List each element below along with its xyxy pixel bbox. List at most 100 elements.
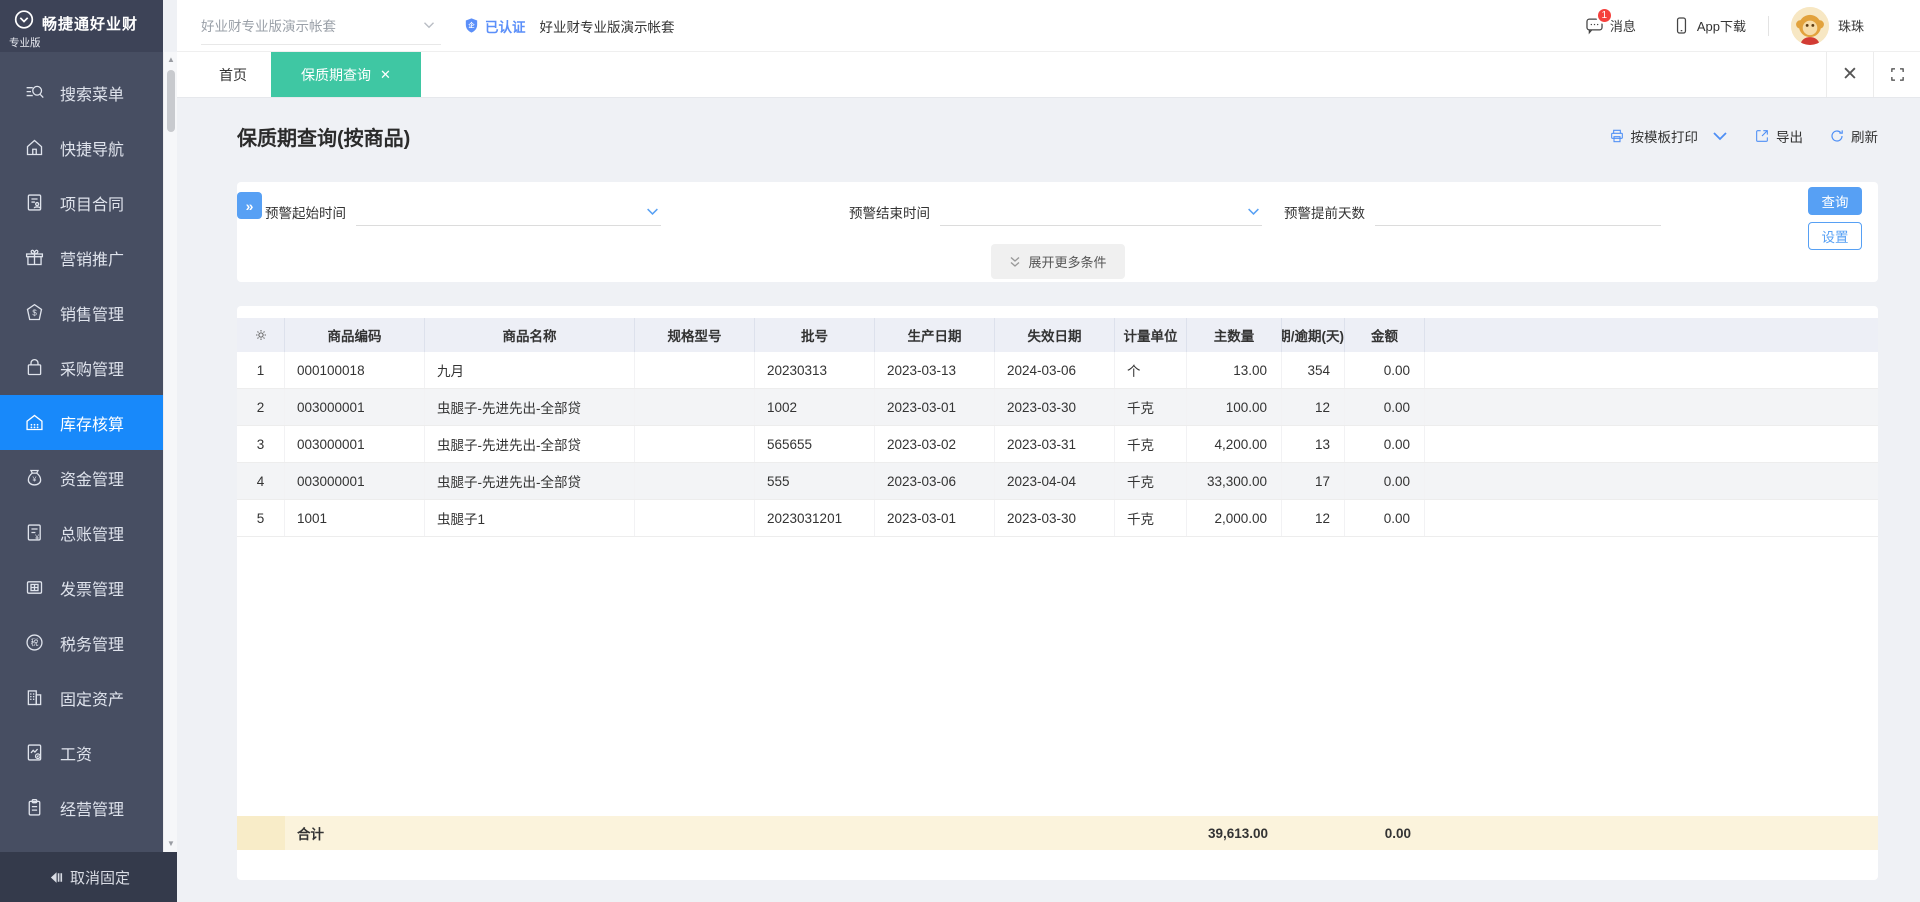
scrollbar-thumb[interactable] — [167, 70, 175, 132]
sidebar-item-tax[interactable]: 税 税务管理 — [0, 615, 163, 670]
filter-field-input[interactable] — [1375, 198, 1661, 226]
expand-more-conditions-button[interactable]: 展开更多条件 — [990, 244, 1125, 279]
cell-product-name: 虫腿子1 — [425, 500, 635, 536]
total-cell — [875, 816, 995, 850]
sidebar-item-label: 库存核算 — [60, 416, 125, 434]
table-body: 1 000100018 九月 20230313 2023-03-13 2024-03-06… — [237, 352, 1878, 537]
total-cell — [755, 816, 875, 850]
sidebar-item-salary[interactable]: 工资 — [0, 725, 163, 780]
cell-amount: 0.00 — [1345, 426, 1425, 462]
cell-batch-no: 565655 — [755, 426, 875, 462]
sidebar-item-label: 快捷导航 — [60, 141, 125, 159]
account-select[interactable]: 好业财专业版演示帐套 — [201, 15, 441, 45]
col-header-expiry-date[interactable]: 失效日期 — [995, 318, 1115, 352]
col-header-amount[interactable]: 金额 — [1345, 318, 1425, 352]
chevron-down-icon[interactable] — [1247, 207, 1260, 216]
table-row[interactable]: 4 003000001 虫腿子-先进先出-全部贷 555 2023-03-06 2023-… — [237, 463, 1878, 500]
sidebar-scrollbar[interactable]: ▲ ▼ — [163, 52, 177, 852]
sidebar-item-purchase[interactable]: 采购管理 — [0, 340, 163, 395]
sidebar-item-funds[interactable]: ¥ 资金管理 — [0, 450, 163, 505]
chevron-down-icon[interactable] — [646, 207, 659, 216]
tabbar-controls: ✕ — [1826, 52, 1920, 97]
total-cell — [237, 816, 285, 850]
print-label: 按模板打印 — [1630, 130, 1699, 145]
cell-main-qty: 2,000.00 — [1187, 500, 1282, 536]
table-row[interactable]: 1 000100018 九月 20230313 2023-03-13 2024-03-06… — [237, 352, 1878, 389]
cell-production-date: 2023-03-06 — [875, 463, 995, 499]
col-header-unit[interactable]: 计量单位 — [1115, 318, 1187, 352]
fullscreen-icon — [1890, 68, 1904, 81]
col-header-product-code[interactable]: 商品编码 — [285, 318, 425, 352]
tab-shelf-life-query[interactable]: 保质期查询 ✕ — [271, 52, 421, 97]
collapse-filter-button[interactable]: » — [237, 192, 262, 219]
sidebar-item-ledger[interactable]: ¥ 总账管理 — [0, 505, 163, 560]
brand-name: 畅捷通好业财 — [42, 16, 139, 33]
scrollbar-down-arrow[interactable]: ▼ — [164, 838, 178, 850]
cell-batch-no: 20230313 — [755, 352, 875, 388]
app-download-label: App下载 — [1696, 19, 1746, 34]
sidebar-item-label: 搜索菜单 — [60, 86, 125, 104]
sidebar-item-sales[interactable]: $ 销售管理 — [0, 285, 163, 340]
table-empty-space — [237, 537, 1878, 816]
verified-badge: 企 已认证 — [463, 16, 526, 36]
settings-button[interactable]: 设置 — [1808, 222, 1862, 250]
brand-edition: 专业版 — [9, 37, 41, 49]
scrollbar-up-arrow[interactable]: ▲ — [164, 54, 178, 66]
sidebar-item-search-menu[interactable]: 搜索菜单 — [0, 65, 163, 120]
filter-field-input[interactable] — [356, 198, 661, 226]
clipboard-icon — [24, 797, 45, 818]
sidebar-item-project-contract[interactable]: 项目合同 — [0, 175, 163, 230]
sidebar-item-operations[interactable]: 经营管理 — [0, 780, 163, 835]
cell-product-name: 虫腿子-先进先出-全部贷 — [425, 426, 635, 462]
tab-close-icon[interactable]: ✕ — [380, 68, 391, 81]
cell-spec-model — [635, 500, 755, 536]
cell-filler — [1425, 463, 1878, 499]
expand-more-label: 展开更多条件 — [1028, 255, 1107, 270]
col-header-production-date[interactable]: 生产日期 — [875, 318, 995, 352]
app-download-button[interactable]: App下载 — [1672, 16, 1746, 35]
query-button[interactable]: 查询 — [1808, 187, 1862, 215]
total-main-qty: 39,613.00 — [1207, 825, 1268, 841]
cell-unit: 个 — [1115, 352, 1187, 388]
cell-unit: 千克 — [1115, 463, 1187, 499]
table-row[interactable]: 2 003000001 虫腿子-先进先出-全部贷 1002 2023-03-01 2023… — [237, 389, 1878, 426]
warehouse-icon — [24, 412, 45, 433]
filter-field-input[interactable] — [940, 198, 1262, 226]
sidebar-item-fixed-assets[interactable]: 固定资产 — [0, 670, 163, 725]
gear-icon — [255, 330, 266, 340]
cell-unit: 千克 — [1115, 389, 1187, 425]
sidebar-item-label: 销售管理 — [60, 306, 125, 324]
sidebar-item-invoice[interactable]: 发票管理 — [0, 560, 163, 615]
col-header-batch-no[interactable]: 批号 — [755, 318, 875, 352]
brand-logo-icon — [12, 8, 36, 32]
messages-button[interactable]: 1 消息 — [1585, 7, 1636, 35]
tab-home[interactable]: 首页 — [195, 52, 271, 97]
refresh-button[interactable]: 刷新 — [1829, 126, 1878, 146]
col-header-spec-model[interactable]: 规格型号 — [635, 318, 755, 352]
fullscreen-button[interactable] — [1873, 52, 1920, 97]
cell-row-index: 3 — [237, 426, 285, 462]
sidebar-item-marketing[interactable]: 营销推广 — [0, 230, 163, 285]
cell-expiry-date: 2024-03-06 — [995, 352, 1115, 388]
search-icon — [24, 82, 45, 103]
total-cell — [1115, 816, 1187, 850]
close-all-tabs-button[interactable]: ✕ — [1826, 52, 1873, 97]
unpin-sidebar-button[interactable]: 取消固定 — [0, 852, 177, 902]
chevron-down-icon[interactable] — [1712, 128, 1728, 144]
table-row[interactable]: 5 1001 虫腿子1 2023031201 2023-03-01 2023-03-30 千… — [237, 500, 1878, 537]
table-row[interactable]: 3 003000001 虫腿子-先进先出-全部贷 565655 2023-03-02 20… — [237, 426, 1878, 463]
user-menu[interactable]: 珠珠 — [1790, 6, 1864, 45]
cell-production-date: 2023-03-01 — [875, 389, 995, 425]
print-by-template-button[interactable]: 按模板打印 — [1609, 126, 1729, 146]
col-header-days-to-expiry[interactable]: 临期/逾期(天) — [1282, 318, 1345, 352]
export-button[interactable]: 导出 — [1754, 126, 1803, 146]
sidebar-item-quick-nav[interactable]: 快捷导航 — [0, 120, 163, 175]
cell-filler — [1425, 426, 1878, 462]
sidebar-item-label: 资金管理 — [60, 471, 125, 489]
page-toolbar: 按模板打印 导出 刷新 — [1609, 126, 1878, 146]
contract-icon — [24, 192, 45, 213]
col-header-product-name[interactable]: 商品名称 — [425, 318, 635, 352]
column-settings-button[interactable] — [237, 318, 285, 352]
sidebar-item-inventory[interactable]: 库存核算 — [0, 395, 163, 450]
col-header-main-qty[interactable]: 主数量 — [1187, 318, 1282, 352]
